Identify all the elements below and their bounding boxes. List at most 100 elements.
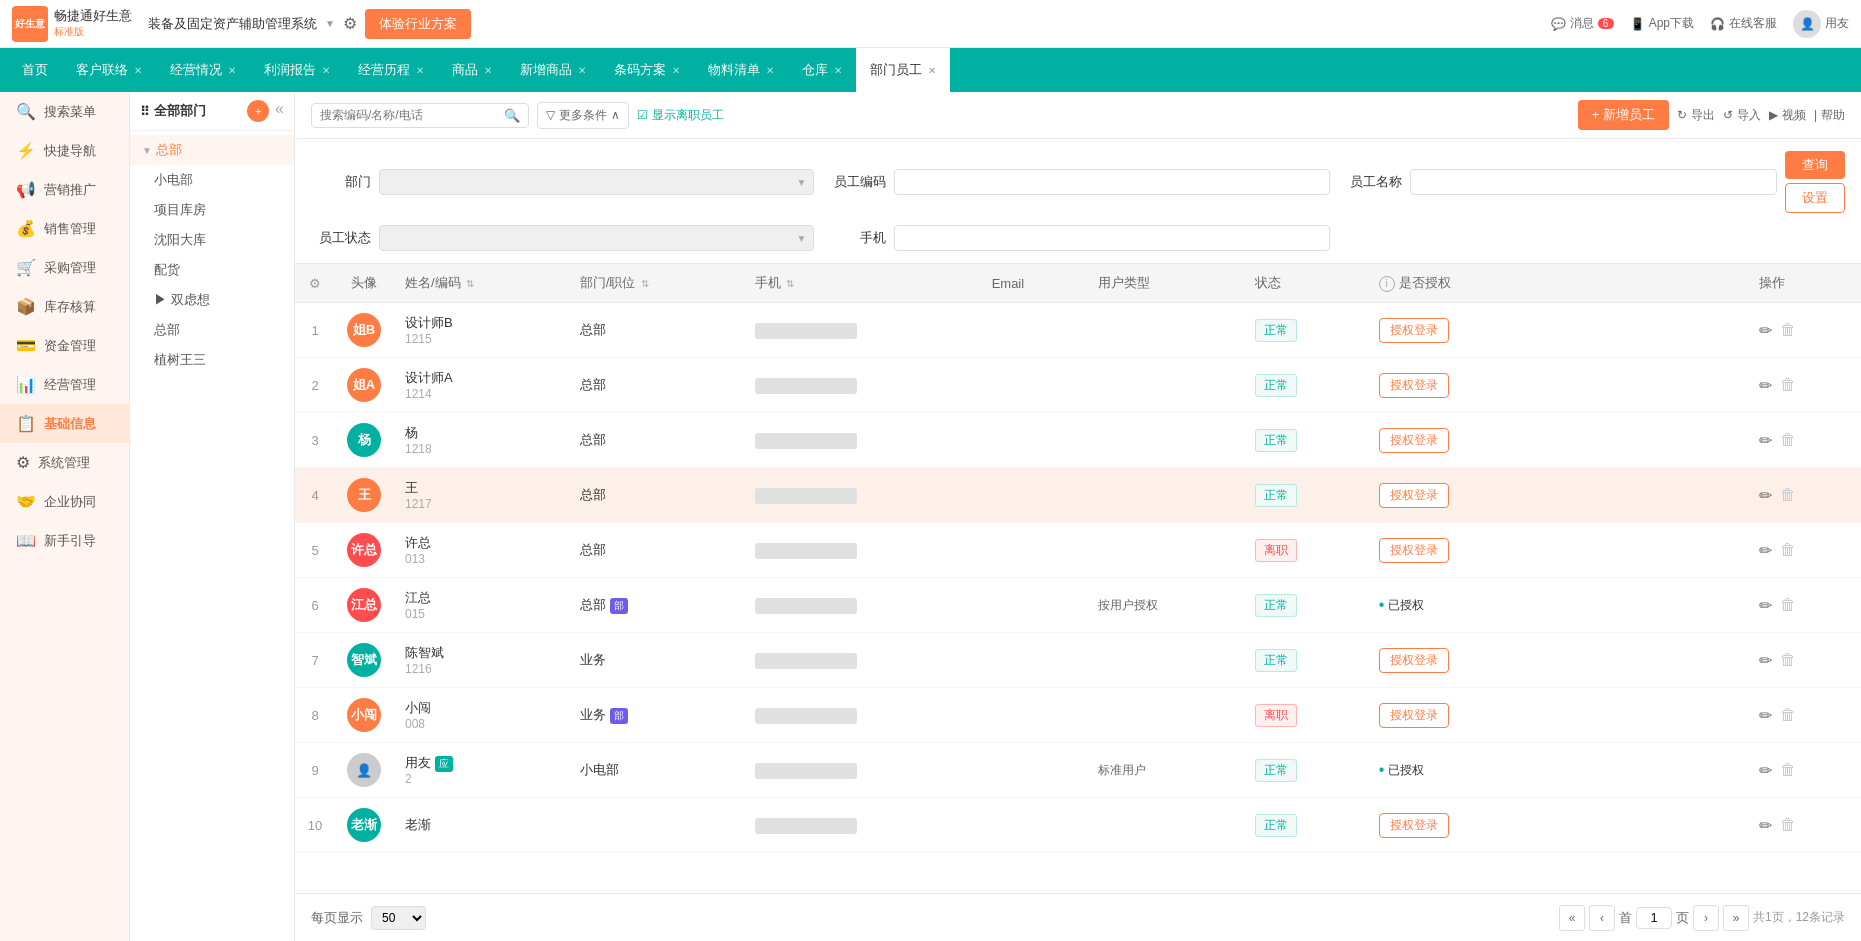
- edit-btn[interactable]: ✏: [1759, 761, 1772, 780]
- prev-page-btn[interactable]: ‹: [1589, 905, 1615, 931]
- status-select-wrap[interactable]: [379, 225, 814, 251]
- delete-btn[interactable]: 🗑: [1780, 431, 1796, 449]
- left-nav-item-销售管理[interactable]: 💰销售管理: [0, 209, 129, 248]
- user-area[interactable]: 👤 用友: [1793, 10, 1849, 38]
- last-page-btn[interactable]: »: [1723, 905, 1749, 931]
- dept-collapse-btn[interactable]: «: [275, 100, 284, 122]
- nav-tab-经营情况[interactable]: 经营情况✕: [156, 48, 250, 92]
- nav-tab-客户联络[interactable]: 客户联络✕: [62, 48, 156, 92]
- delete-btn[interactable]: 🗑: [1780, 651, 1796, 669]
- auth-btn[interactable]: 授权登录: [1379, 373, 1449, 398]
- left-nav-item-营销推广[interactable]: 📢营销推广: [0, 170, 129, 209]
- delete-btn[interactable]: 🗑: [1780, 376, 1796, 394]
- edit-btn[interactable]: ✏: [1759, 706, 1772, 725]
- dept-tree-item[interactable]: 项目库房: [130, 195, 294, 225]
- left-nav-item-资金管理[interactable]: 💳资金管理: [0, 326, 129, 365]
- status-select[interactable]: [379, 225, 814, 251]
- nav-tab-部门员工[interactable]: 部门员工✕: [856, 48, 950, 92]
- tab-close-icon[interactable]: ✕: [672, 65, 680, 76]
- dept-select[interactable]: [379, 169, 814, 195]
- left-nav-item-基础信息[interactable]: 📋基础信息: [0, 404, 129, 443]
- edit-btn[interactable]: ✏: [1759, 816, 1772, 835]
- auth-btn[interactable]: 授权登录: [1379, 538, 1449, 563]
- tab-close-icon[interactable]: ✕: [834, 65, 842, 76]
- tab-close-icon[interactable]: ✕: [134, 65, 142, 76]
- dept-tree-item[interactable]: ▶ 双虑想: [130, 285, 294, 315]
- delete-btn[interactable]: 🗑: [1780, 706, 1796, 724]
- left-nav-item-经营管理[interactable]: 📊经营管理: [0, 365, 129, 404]
- phone-input[interactable]: [894, 225, 1329, 251]
- add-dept-btn[interactable]: +: [247, 100, 269, 122]
- help-btn[interactable]: | 帮助: [1814, 107, 1845, 124]
- auth-btn[interactable]: 授权登录: [1379, 648, 1449, 673]
- left-nav-item-搜索菜单[interactable]: 🔍搜索菜单: [0, 92, 129, 131]
- auth-btn[interactable]: 授权登录: [1379, 813, 1449, 838]
- delete-btn[interactable]: 🗑: [1780, 486, 1796, 504]
- dept-tree-item[interactable]: 总部: [130, 315, 294, 345]
- edit-btn[interactable]: ✏: [1759, 651, 1772, 670]
- nav-tab-经营历程[interactable]: 经营历程✕: [344, 48, 438, 92]
- settings-icon[interactable]: ⚙: [343, 14, 357, 33]
- page-input[interactable]: [1636, 907, 1672, 929]
- nav-tab-仓库[interactable]: 仓库✕: [788, 48, 856, 92]
- nav-tab-首页[interactable]: 首页: [8, 48, 62, 92]
- more-filters-btn[interactable]: ▽ 更多条件 ∧: [537, 102, 629, 129]
- export-btn[interactable]: ↻ 导出: [1677, 107, 1715, 124]
- add-employee-btn[interactable]: + 新增员工: [1578, 100, 1669, 130]
- left-nav-item-库存核算[interactable]: 📦库存核算: [0, 287, 129, 326]
- delete-btn[interactable]: 🗑: [1780, 816, 1796, 834]
- delete-btn[interactable]: 🗑: [1780, 761, 1796, 779]
- edit-btn[interactable]: ✏: [1759, 541, 1772, 560]
- nav-tab-物料清单[interactable]: 物料清单✕: [694, 48, 788, 92]
- per-page-select[interactable]: 50 100: [371, 906, 426, 930]
- dept-tree-item[interactable]: 配货: [130, 255, 294, 285]
- tab-close-icon[interactable]: ✕: [578, 65, 586, 76]
- show-left-staff-btn[interactable]: ☑ 显示离职员工: [637, 107, 724, 124]
- tab-close-icon[interactable]: ✕: [322, 65, 330, 76]
- delete-btn[interactable]: 🗑: [1780, 541, 1796, 559]
- auth-btn[interactable]: 授权登录: [1379, 428, 1449, 453]
- query-btn[interactable]: 查询: [1785, 151, 1845, 179]
- message-btn[interactable]: 💬 消息 6: [1551, 15, 1614, 32]
- dept-tree-item[interactable]: 植树王三: [130, 345, 294, 375]
- left-nav-item-企业协同[interactable]: 🤝企业协同: [0, 482, 129, 521]
- dept-select-wrap[interactable]: [379, 169, 814, 195]
- th-phone[interactable]: 手机 ⇅: [743, 264, 980, 303]
- edit-btn[interactable]: ✏: [1759, 596, 1772, 615]
- dept-tree-item[interactable]: ▼总部: [130, 135, 294, 165]
- online-service-btn[interactable]: 🎧 在线客服: [1710, 15, 1777, 32]
- edit-btn[interactable]: ✏: [1759, 321, 1772, 340]
- app-download-btn[interactable]: 📱 App下载: [1630, 15, 1694, 32]
- set-btn[interactable]: 设置: [1785, 183, 1845, 213]
- first-page-btn[interactable]: «: [1559, 905, 1585, 931]
- dept-tree-item[interactable]: 沈阳大库: [130, 225, 294, 255]
- auth-btn[interactable]: 授权登录: [1379, 703, 1449, 728]
- edit-btn[interactable]: ✏: [1759, 376, 1772, 395]
- left-nav-item-系统管理[interactable]: ⚙系统管理: [0, 443, 129, 482]
- left-nav-item-新手引导[interactable]: 📖新手引导: [0, 521, 129, 560]
- delete-btn[interactable]: 🗑: [1780, 596, 1796, 614]
- auth-btn[interactable]: 授权登录: [1379, 483, 1449, 508]
- view-btn[interactable]: ▶ 视频: [1769, 107, 1806, 124]
- import-btn[interactable]: ↺ 导入: [1723, 107, 1761, 124]
- trial-button[interactable]: 体验行业方案: [365, 9, 471, 39]
- tab-close-icon[interactable]: ✕: [416, 65, 424, 76]
- tab-close-icon[interactable]: ✕: [928, 65, 936, 76]
- auth-btn[interactable]: 授权登录: [1379, 318, 1449, 343]
- dept-tree-item[interactable]: 小电部: [130, 165, 294, 195]
- system-title-dropdown[interactable]: ▼: [325, 18, 335, 29]
- next-page-btn[interactable]: ›: [1693, 905, 1719, 931]
- delete-btn[interactable]: 🗑: [1780, 321, 1796, 339]
- tab-close-icon[interactable]: ✕: [228, 65, 236, 76]
- emp-code-input[interactable]: [894, 169, 1329, 195]
- tab-close-icon[interactable]: ✕: [766, 65, 774, 76]
- th-name[interactable]: 姓名/编码 ⇅: [393, 264, 568, 303]
- edit-btn[interactable]: ✏: [1759, 431, 1772, 450]
- tab-close-icon[interactable]: ✕: [484, 65, 492, 76]
- th-dept[interactable]: 部门/职位 ⇅: [568, 264, 743, 303]
- search-input[interactable]: [320, 108, 500, 122]
- left-nav-item-采购管理[interactable]: 🛒采购管理: [0, 248, 129, 287]
- left-nav-item-快捷导航[interactable]: ⚡快捷导航: [0, 131, 129, 170]
- nav-tab-条码方案[interactable]: 条码方案✕: [600, 48, 694, 92]
- nav-tab-利润报告[interactable]: 利润报告✕: [250, 48, 344, 92]
